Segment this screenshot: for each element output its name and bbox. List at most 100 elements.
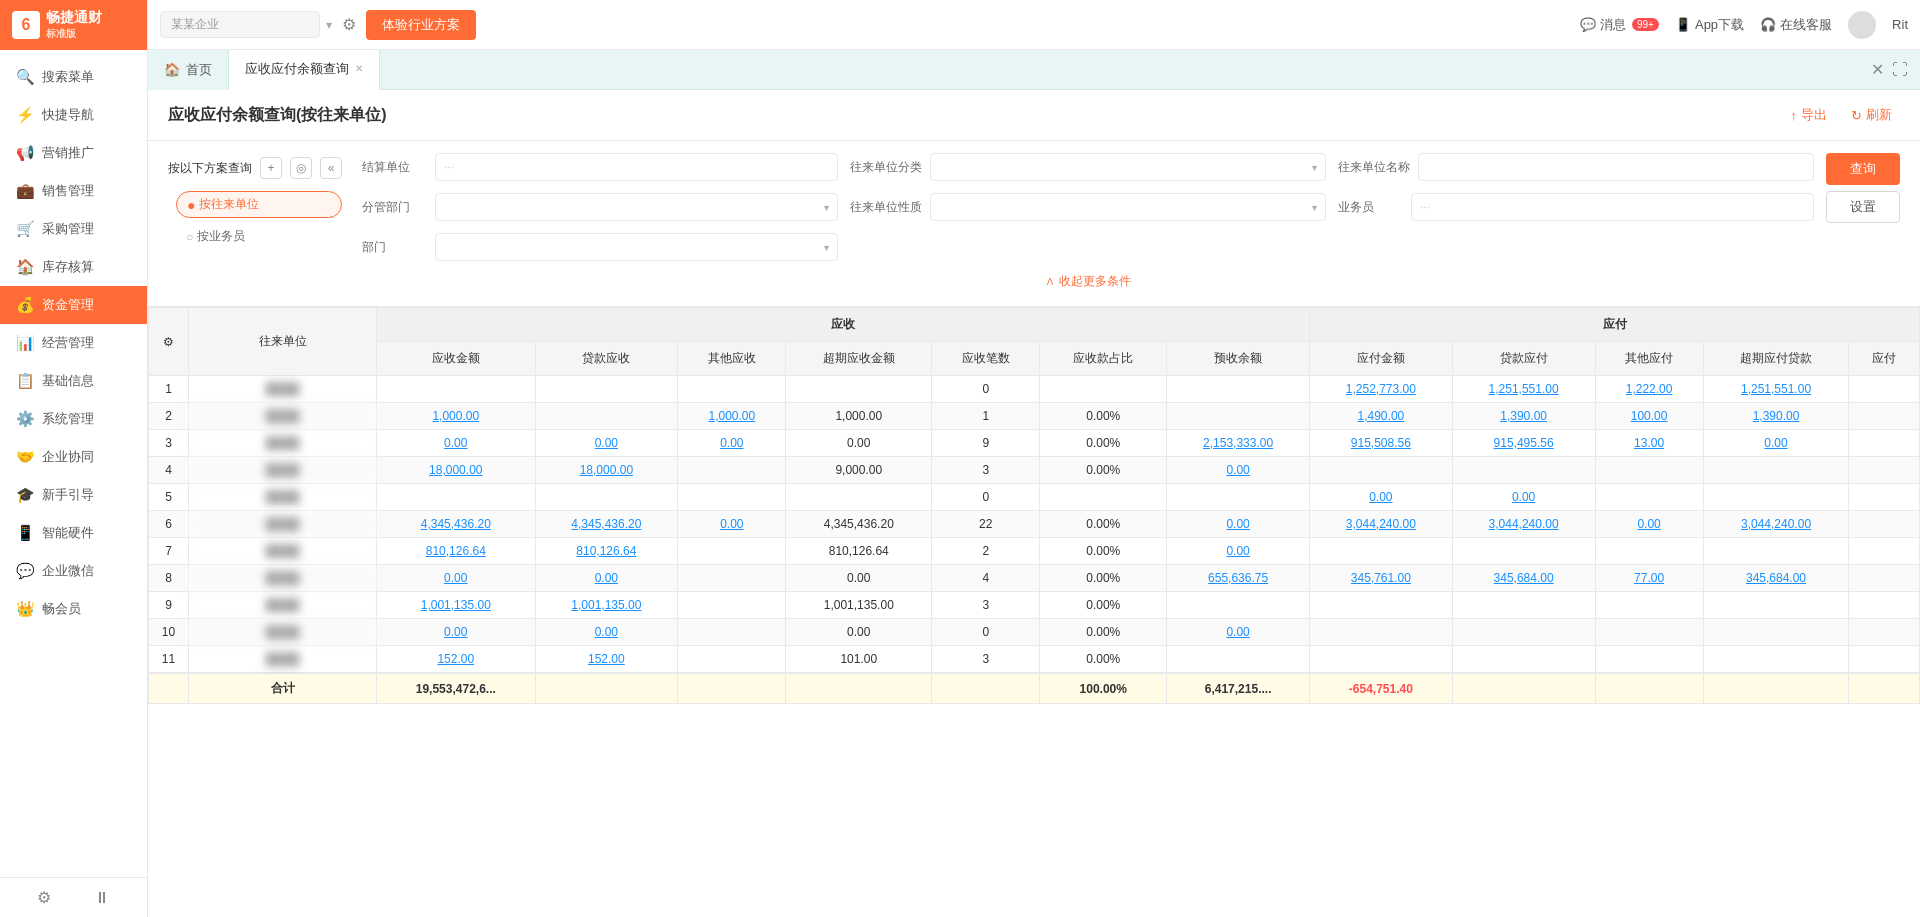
cell[interactable]: 152.00 — [535, 646, 678, 674]
cell[interactable]: 0.00 — [678, 511, 786, 538]
cell[interactable]: 0.00 — [1595, 511, 1703, 538]
settings-gear-icon[interactable]: ⚙ — [342, 15, 356, 34]
export-btn[interactable]: ↑ 导出 — [1783, 102, 1836, 128]
collapse-btn[interactable]: ∧ 收起更多条件 — [362, 269, 1814, 294]
trial-btn[interactable]: 体验行业方案 — [366, 10, 476, 40]
query-btn[interactable]: 查询 — [1826, 153, 1900, 185]
sidebar-item-智能硬件[interactable]: 📱智能硬件 — [0, 514, 147, 552]
sidebar-item-企业协同[interactable]: 🤝企业协同 — [0, 438, 147, 476]
cell[interactable]: 0.00 — [1703, 430, 1849, 457]
cell[interactable]: 1,222.00 — [1595, 376, 1703, 403]
cell[interactable]: 1,251,551.00 — [1452, 376, 1595, 403]
sidebar-item-采购管理[interactable]: 🛒采购管理 — [0, 210, 147, 248]
cell[interactable]: 4,345,436.20 — [535, 511, 678, 538]
cell[interactable]: 0.00 — [377, 565, 535, 592]
nature-input[interactable]: ▾ — [930, 193, 1326, 221]
salesman-input[interactable]: ··· — [1411, 193, 1814, 221]
cell[interactable]: 13.00 — [1595, 430, 1703, 457]
filter-by-salesman[interactable]: ○ 按业务员 — [176, 224, 342, 249]
sidebar-item-畅会员[interactable]: 👑畅会员 — [0, 590, 147, 628]
cell[interactable]: 4,345,436.20 — [377, 511, 535, 538]
cell[interactable]: 0.00 — [1167, 538, 1310, 565]
sidebar-item-企业微信[interactable]: 💬企业微信 — [0, 552, 147, 590]
sidebar-item-经营管理[interactable]: 📊经营管理 — [0, 324, 147, 362]
cell[interactable]: 3,044,240.00 — [1452, 511, 1595, 538]
setting-btn[interactable]: 设置 — [1826, 191, 1900, 223]
filter-by-unit[interactable]: ● 按往来单位 — [176, 191, 342, 218]
cell[interactable]: 1,000.00 — [678, 403, 786, 430]
settings-filter-btn[interactable]: ◎ — [290, 157, 312, 179]
cell: 0 — [932, 484, 1040, 511]
sidebar-item-新手引导[interactable]: 🎓新手引导 — [0, 476, 147, 514]
sidebar-item-销售管理[interactable]: 💼销售管理 — [0, 172, 147, 210]
sidebar-item-营销推广[interactable]: 📢营销推广 — [0, 134, 147, 172]
cell[interactable]: 3,044,240.00 — [1310, 511, 1453, 538]
name-input[interactable] — [1418, 153, 1814, 181]
sidebar-item-基础信息[interactable]: 📋基础信息 — [0, 362, 147, 400]
cell[interactable]: 0.00 — [377, 430, 535, 457]
cell[interactable]: 77.00 — [1595, 565, 1703, 592]
cell[interactable]: 345,684.00 — [1703, 565, 1849, 592]
user-avatar[interactable] — [1848, 11, 1876, 39]
sidebar-item-搜索菜单[interactable]: 🔍搜索菜单 — [0, 58, 147, 96]
cell[interactable]: 100.00 — [1595, 403, 1703, 430]
filter-methods: 按以下方案查询 + ◎ « — [168, 157, 342, 179]
cell[interactable]: 1,251,551.00 — [1703, 376, 1849, 403]
dept-input[interactable]: ▾ — [435, 193, 838, 221]
sidebar-item-快捷导航[interactable]: ⚡快捷导航 — [0, 96, 147, 134]
messages-item[interactable]: 💬 消息 99+ — [1580, 16, 1659, 34]
cell[interactable]: 0.00 — [535, 619, 678, 646]
cell[interactable]: 0.00 — [377, 619, 535, 646]
cell: 101.00 — [786, 646, 932, 674]
sidebar-item-系统管理[interactable]: ⚙️系统管理 — [0, 400, 147, 438]
cell[interactable]: 915,508.56 — [1310, 430, 1453, 457]
cell[interactable]: 1,490.00 — [1310, 403, 1453, 430]
cell[interactable]: 0.00 — [1167, 619, 1310, 646]
cell[interactable]: 3,044,240.00 — [1703, 511, 1849, 538]
cell[interactable]: 18,000.00 — [535, 457, 678, 484]
collapse-icon[interactable]: ⏸ — [94, 889, 110, 907]
tab-home[interactable]: 🏠 首页 — [148, 50, 229, 90]
cell: 0.00% — [1040, 457, 1167, 484]
cell[interactable]: 810,126.64 — [535, 538, 678, 565]
cell[interactable]: 1,001,135.00 — [377, 592, 535, 619]
settings-bottom-icon[interactable]: ⚙ — [37, 888, 51, 907]
cell[interactable]: 18,000.00 — [377, 457, 535, 484]
cell[interactable]: 915,495.56 — [1452, 430, 1595, 457]
cell[interactable]: 1,000.00 — [377, 403, 535, 430]
sidebar-item-库存核算[interactable]: 🏠库存核算 — [0, 248, 147, 286]
footer-recv[interactable]: 19,553,472,6... — [377, 673, 535, 704]
cell[interactable]: 1,390.00 — [1703, 403, 1849, 430]
category-input[interactable]: ▾ — [930, 153, 1326, 181]
refresh-btn[interactable]: ↻ 刷新 — [1843, 102, 1900, 128]
cell[interactable]: 0.00 — [1167, 457, 1310, 484]
cell[interactable]: 2,153,333.00 — [1167, 430, 1310, 457]
expand-icon[interactable]: ⛶ — [1892, 61, 1908, 79]
cell[interactable]: 0.00 — [1452, 484, 1595, 511]
app-download-item[interactable]: 📱 App下载 — [1675, 16, 1744, 34]
breadcrumb-address[interactable]: 某某企业 — [160, 11, 320, 38]
cell[interactable]: 810,126.64 — [377, 538, 535, 565]
cell[interactable]: 1,390.00 — [1452, 403, 1595, 430]
settlement-input[interactable]: ··· — [435, 153, 838, 181]
close-window-icon[interactable]: ✕ — [1871, 60, 1884, 79]
cell[interactable]: 345,684.00 — [1452, 565, 1595, 592]
tab-close-icon[interactable]: ✕ — [355, 63, 363, 74]
cell[interactable]: 1,252,773.00 — [1310, 376, 1453, 403]
cell[interactable]: 655,636.75 — [1167, 565, 1310, 592]
sidebar-item-资金管理[interactable]: 💰资金管理 — [0, 286, 147, 324]
cell[interactable]: 0.00 — [1167, 511, 1310, 538]
cell[interactable]: 0.00 — [1310, 484, 1453, 511]
add-filter-btn[interactable]: + — [260, 157, 282, 179]
cell[interactable]: 0.00 — [678, 430, 786, 457]
division-input[interactable]: ▾ — [435, 233, 838, 261]
table-settings-col[interactable]: ⚙ — [149, 308, 189, 376]
tab-receivable[interactable]: 应收应付余额查询 ✕ — [229, 50, 380, 90]
cell[interactable]: 345,761.00 — [1310, 565, 1453, 592]
back-filter-btn[interactable]: « — [320, 157, 342, 179]
cell[interactable]: 1,001,135.00 — [535, 592, 678, 619]
cell[interactable]: 0.00 — [535, 565, 678, 592]
online-service-item[interactable]: 🎧 在线客服 — [1760, 16, 1832, 34]
cell[interactable]: 152.00 — [377, 646, 535, 674]
cell[interactable]: 0.00 — [535, 430, 678, 457]
